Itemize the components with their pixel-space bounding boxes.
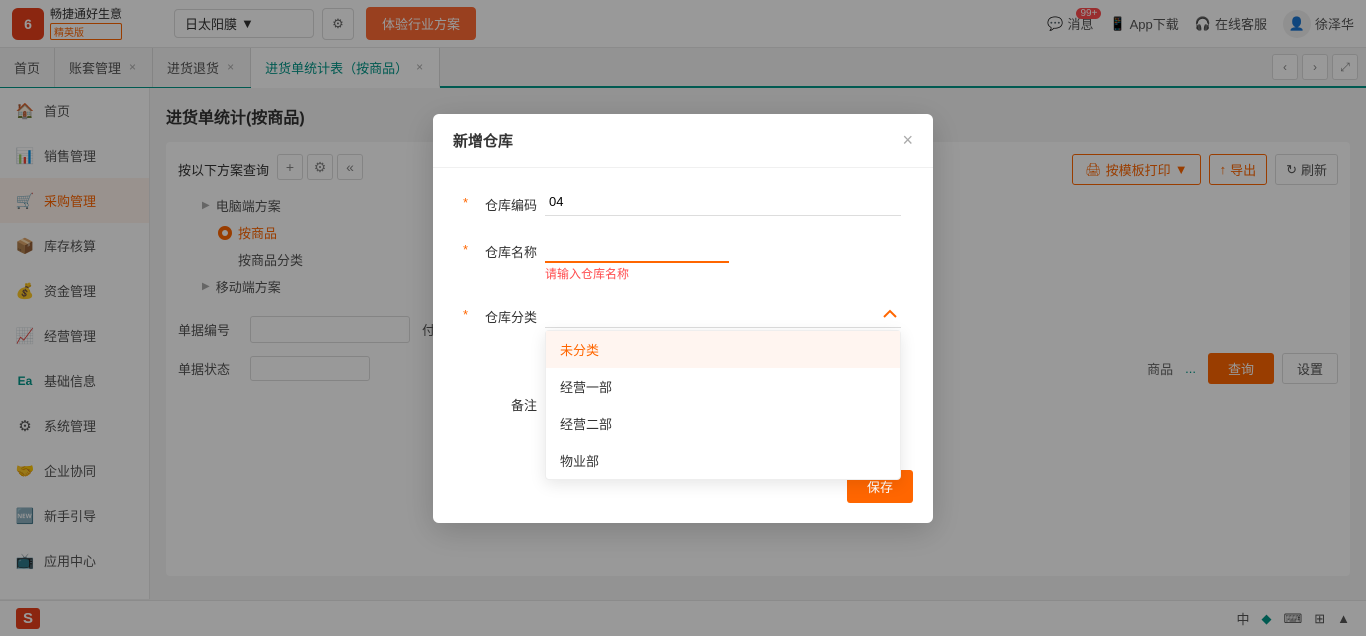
modal-title: 新增仓库 <box>453 130 513 151</box>
name-field-row: * 仓库名称 请输入仓库名称 <box>465 234 901 282</box>
name-input[interactable] <box>545 234 729 263</box>
modal-body: * 仓库编码 * 仓库名称 请输入仓库名称 <box>433 168 933 458</box>
code-required-mark: * <box>463 195 468 210</box>
category-field-row: * 仓库分类 未分类 经营一部 经营二部 物业部 <box>465 300 901 328</box>
modal-header: 新增仓库 × <box>433 114 933 168</box>
name-error-message: 请输入仓库名称 <box>545 267 629 281</box>
name-label: * 仓库名称 <box>465 235 545 261</box>
category-dropdown: 未分类 经营一部 经营二部 物业部 <box>545 330 901 480</box>
code-field-row: * 仓库编码 <box>465 188 901 216</box>
cat-required-mark: * <box>463 307 468 322</box>
category-input-wrap: 未分类 经营一部 经营二部 物业部 <box>545 300 901 328</box>
dropdown-option-dept2[interactable]: 经营二部 <box>546 405 900 442</box>
category-input[interactable] <box>545 300 901 328</box>
modal-close-button[interactable]: × <box>902 131 913 149</box>
dropdown-option-dept1[interactable]: 经营一部 <box>546 368 900 405</box>
code-label: * 仓库编码 <box>465 188 545 214</box>
dropdown-option-dept3[interactable]: 物业部 <box>546 442 900 479</box>
remark-label: 备注 <box>465 388 545 414</box>
dropdown-option-uncategorized[interactable]: 未分类 <box>546 331 900 368</box>
category-dropdown-arrow[interactable] <box>881 305 899 323</box>
name-required-mark: * <box>463 242 468 257</box>
new-warehouse-modal: 新增仓库 × * 仓库编码 * 仓库名称 <box>433 114 933 523</box>
chevron-up-icon <box>881 305 899 323</box>
modal-overlay: 新增仓库 × * 仓库编码 * 仓库名称 <box>0 0 1366 636</box>
category-label: * 仓库分类 <box>465 300 545 326</box>
code-input[interactable] <box>545 188 901 216</box>
